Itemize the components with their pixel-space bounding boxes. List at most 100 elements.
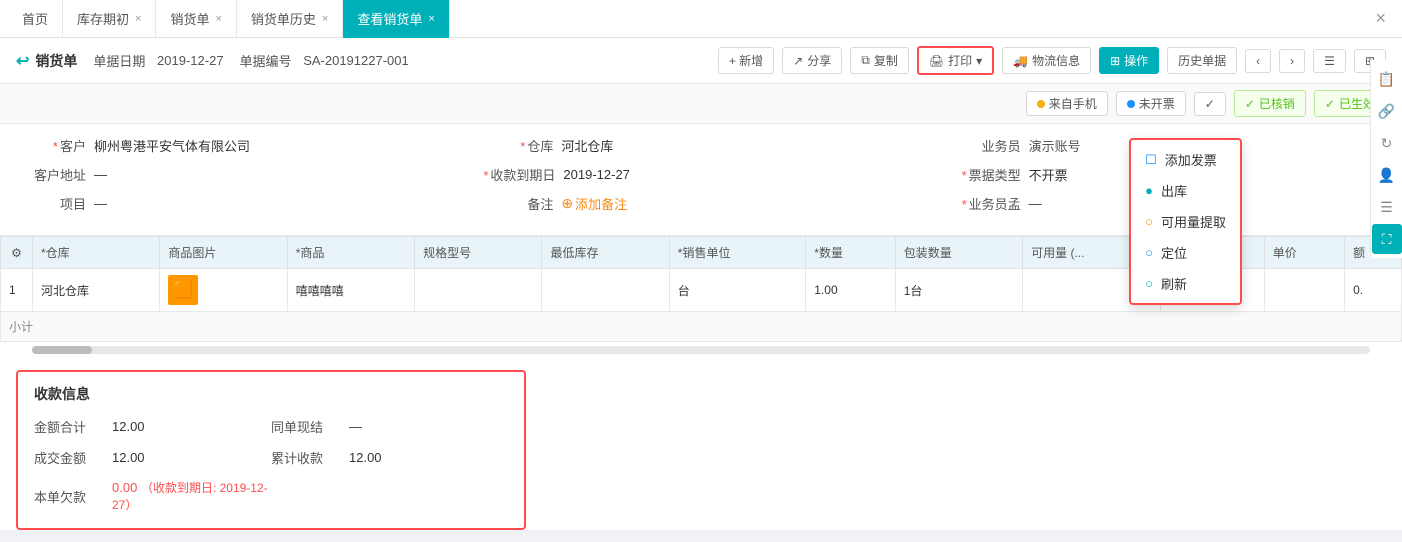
outbound-item[interactable]: ● 出库	[1131, 175, 1240, 206]
doc-sidebar-symbol: 📋	[1378, 71, 1395, 88]
tab-inventory-init[interactable]: 库存期初 ×	[63, 0, 156, 38]
accumulated-label: 累计收款	[271, 448, 341, 467]
add-invoice-item[interactable]: ☐ 添加发票	[1131, 144, 1240, 175]
link-sidebar-icon[interactable]: 🔗	[1372, 96, 1402, 126]
customer-value: 柳州粤港平安气体有限公司	[94, 136, 250, 155]
col-settings: ⚙	[1, 237, 33, 269]
row-pack-qty: 1台	[895, 269, 1022, 312]
deal-amount-value: 12.00	[112, 450, 145, 465]
row-spec	[415, 269, 542, 312]
tab-sales-history[interactable]: 销货单历史 ×	[237, 0, 343, 38]
doc-number: 单据编号 SA-20191227-001	[240, 51, 409, 70]
close-tab-1[interactable]: ×	[135, 13, 141, 25]
link-sidebar-symbol: 🔗	[1378, 103, 1395, 120]
yellow-dot-icon	[1037, 100, 1045, 108]
close-tab-3[interactable]: ×	[322, 13, 328, 25]
history-button[interactable]: 历史单据	[1167, 47, 1237, 74]
refresh-sidebar-symbol: ↻	[1381, 135, 1393, 152]
warehouse-group: 仓库 河北仓库	[483, 136, 918, 155]
row-product: 嘻嘻嘻嘻	[287, 269, 414, 312]
staff-value: 演示账号	[1029, 136, 1081, 155]
expand-sidebar-icon[interactable]: ⛶	[1372, 224, 1402, 254]
project-value: —	[94, 196, 107, 211]
next-button[interactable]: ›	[1279, 49, 1305, 73]
truck-icon: 🚚	[1013, 54, 1028, 68]
list-view-button[interactable]: ☰	[1313, 49, 1346, 73]
accumulated-value: 12.00	[349, 450, 382, 465]
row-warehouse: 河北仓库	[33, 269, 160, 312]
refresh-item[interactable]: ○ 刷新	[1131, 268, 1240, 299]
scroll-thumb[interactable]	[32, 346, 92, 354]
col-pack-qty: 包装数量	[895, 237, 1022, 269]
payment-grid: 金额合计 12.00 同单现结 — 成交金额 12.00 累计收款 12.00 …	[34, 414, 508, 516]
expand-sidebar-symbol: ⛶	[1382, 231, 1392, 248]
refresh-sidebar-icon[interactable]: ↻	[1372, 128, 1402, 158]
extract-icon: ○	[1145, 214, 1153, 229]
current-owe-row: 本单欠款 0.00 （收款到期日: 2019-12-27）	[34, 476, 271, 516]
current-owe-label: 本单欠款	[34, 487, 104, 506]
tab-sales[interactable]: 销货单 ×	[156, 0, 236, 38]
same-order-value: —	[349, 419, 362, 434]
row-num: 1	[1, 269, 33, 312]
ticket-type-label: 票据类型	[951, 165, 1021, 184]
copy-button[interactable]: ⧉ 复制	[850, 47, 909, 74]
available-extract-item[interactable]: ○ 可用量提取	[1131, 206, 1240, 237]
col-product: *商品	[287, 237, 414, 269]
add-note-button[interactable]: ⊕ 添加备注	[561, 194, 627, 213]
share-button[interactable]: ↗ 分享	[782, 47, 842, 74]
tab-view-sales[interactable]: 查看销货单 ×	[343, 0, 449, 38]
list-sidebar-icon[interactable]: ☰	[1372, 192, 1402, 222]
not-open-button[interactable]: 未开票	[1116, 91, 1186, 116]
doc-sidebar-icon[interactable]: 📋	[1372, 64, 1402, 94]
col-price: 单价	[1264, 237, 1344, 269]
user-sidebar-symbol: 👤	[1378, 167, 1395, 184]
confirm-icon-button[interactable]: ✓	[1194, 92, 1226, 116]
row-amount: 0.	[1345, 269, 1402, 312]
list-sidebar-symbol: ☰	[1380, 199, 1393, 216]
ticket-type-value: 不开票	[1029, 165, 1068, 184]
same-order-label: 同单现结	[271, 417, 341, 436]
from-phone-button[interactable]: 来自手机	[1026, 91, 1108, 116]
close-tab-4[interactable]: ×	[428, 13, 434, 25]
row-min-stock	[542, 269, 669, 312]
due-date-group: 收款到期日 2019-12-27	[483, 165, 918, 184]
tab-home[interactable]: 首页	[8, 0, 63, 38]
operation-button[interactable]: ⊞ 操作	[1099, 47, 1159, 74]
confirmed-button[interactable]: ✓ 已核销	[1234, 90, 1306, 117]
row-price	[1264, 269, 1344, 312]
outbound-icon: ●	[1145, 183, 1153, 198]
subtotal-row: 小计	[1, 312, 1402, 342]
deal-amount-label: 成交金额	[34, 448, 104, 467]
invoice-icon: ☐	[1145, 152, 1157, 168]
address-group: 客户地址 —	[16, 165, 451, 184]
doc-header: ↩ 销货单 单据日期 2019-12-27 单据编号 SA-20191227-0…	[0, 38, 1402, 84]
col-warehouse: *仓库	[33, 237, 160, 269]
due-date-value: 2019-12-27	[563, 167, 630, 182]
address-value: —	[94, 167, 107, 182]
staff2-value: —	[1029, 196, 1042, 211]
new-button[interactable]: + 新增	[718, 47, 774, 74]
row-quantity: 1.00	[806, 269, 895, 312]
horizontal-scrollbar[interactable]	[32, 346, 1370, 354]
check-icon: ✓	[1245, 97, 1255, 111]
logistics-button[interactable]: 🚚 物流信息	[1002, 47, 1091, 74]
doc-actions: + 新增 ↗ 分享 ⧉ 复制 🖨 打印 ▾ 🚚 物流信息 ⊞ 操作	[718, 46, 1386, 75]
payment-title: 收款信息	[34, 384, 508, 404]
close-tab-2[interactable]: ×	[215, 13, 221, 25]
close-all-tabs[interactable]: ×	[1367, 8, 1394, 29]
project-group: 项目 —	[16, 194, 451, 213]
user-sidebar-icon[interactable]: 👤	[1372, 160, 1402, 190]
amount-total-label: 金额合计	[34, 417, 104, 436]
grid-icon: ⊞	[1110, 54, 1120, 68]
sales-icon: ↩	[16, 51, 29, 71]
note-group: 备注 ⊕ 添加备注	[483, 194, 918, 213]
tab-bar: 首页 库存期初 × 销货单 × 销货单历史 × 查看销货单 × ×	[0, 0, 1402, 38]
row-unit: 台	[669, 269, 805, 312]
customer-label: 客户	[16, 136, 86, 155]
chevron-down-icon: ▾	[976, 54, 982, 68]
locate-item[interactable]: ○ 定位	[1131, 237, 1240, 268]
prev-button[interactable]: ‹	[1245, 49, 1271, 73]
amount-total-row: 金额合计 12.00	[34, 414, 271, 439]
customer-group: 客户 柳州粤港平安气体有限公司	[16, 136, 451, 155]
print-button[interactable]: 🖨 打印 ▾	[917, 46, 994, 75]
